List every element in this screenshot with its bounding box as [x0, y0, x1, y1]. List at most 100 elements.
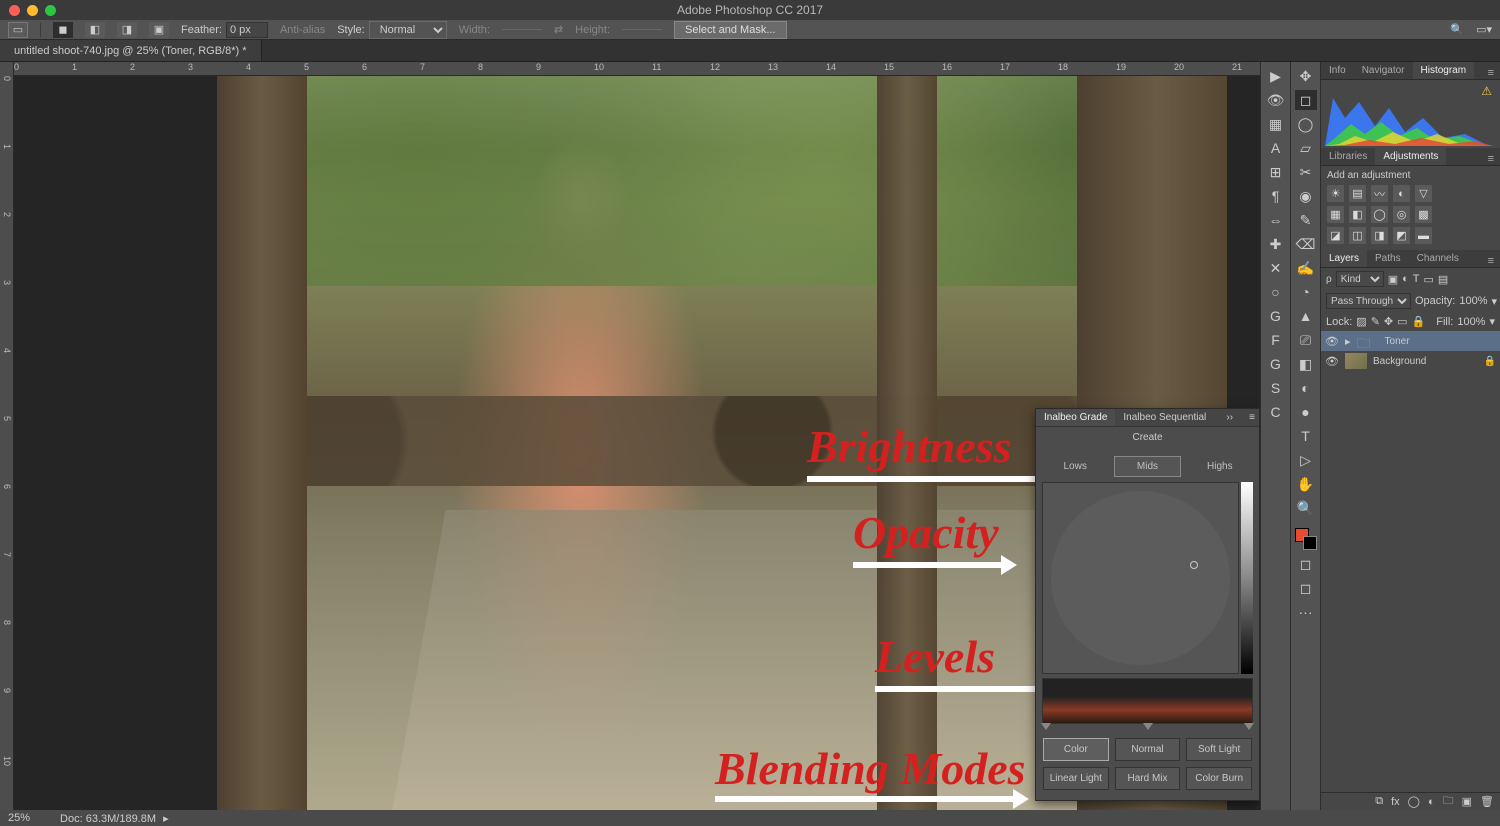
panel-shortcut-icon[interactable]: G [1265, 306, 1287, 326]
levels-mid-slider[interactable] [1143, 723, 1153, 730]
panel-shortcut-icon[interactable]: ¶ [1265, 186, 1287, 206]
fill-adj-icon[interactable]: ◐ [1428, 796, 1435, 808]
panel-shortcut-icon[interactable]: ▶ [1265, 66, 1287, 86]
panel-shortcut-icon[interactable]: F [1265, 330, 1287, 350]
tab-histogram[interactable]: Histogram [1413, 62, 1475, 79]
tool-icon[interactable]: T [1295, 426, 1317, 446]
levels-histogram[interactable] [1042, 678, 1253, 724]
panel-shortcut-icon[interactable]: A [1265, 138, 1287, 158]
panel-shortcut-icon[interactable]: S [1265, 378, 1287, 398]
blend-color-button[interactable]: Color [1043, 738, 1109, 761]
adj-photofilter-icon[interactable]: ◯ [1371, 206, 1388, 223]
mask-icon[interactable]: ◯ [1408, 795, 1420, 808]
tone-highs-button[interactable]: Highs [1187, 456, 1253, 477]
filter-adj-icon[interactable]: ◐ [1402, 273, 1409, 285]
filter-smart-icon[interactable]: ▤ [1438, 273, 1448, 286]
link-layers-icon[interactable]: ⧉ [1375, 795, 1383, 808]
adj-mixer-icon[interactable]: ◎ [1393, 206, 1410, 223]
tool-extra-icon[interactable]: ◻ [1295, 554, 1317, 574]
tab-navigator[interactable]: Navigator [1354, 62, 1413, 79]
tab-layers[interactable]: Layers [1321, 250, 1367, 267]
panel-shortcut-icon[interactable]: C [1265, 402, 1287, 422]
blend-linear-light-button[interactable]: Linear Light [1043, 767, 1109, 790]
filter-pixel-icon[interactable]: ▣ [1388, 273, 1398, 286]
new-selection-icon[interactable]: ◼ [53, 22, 73, 38]
panel-shortcut-icon[interactable]: ✕ [1265, 258, 1287, 278]
workspace-switcher-icon[interactable]: ▭▾ [1476, 23, 1492, 36]
blend-mode-select[interactable]: Pass Through [1326, 293, 1411, 309]
lock-artboard-icon[interactable]: ▭ [1397, 315, 1407, 328]
panel-shortcut-icon[interactable]: ✚ [1265, 234, 1287, 254]
close-window-button[interactable] [9, 5, 20, 16]
adj-curves-icon[interactable]: 〰 [1371, 185, 1388, 202]
adj-gradmap-icon[interactable]: ▬ [1415, 227, 1432, 244]
lock-transparency-icon[interactable]: ▨ [1356, 315, 1366, 328]
layer-kind-filter[interactable]: Kind [1336, 271, 1384, 287]
trash-icon[interactable]: 🗑 [1480, 795, 1494, 808]
filter-type-icon[interactable]: T [1413, 273, 1420, 285]
background-swatch[interactable] [1303, 536, 1317, 550]
tab-info[interactable]: Info [1321, 62, 1354, 79]
tool-icon[interactable]: ▱ [1295, 138, 1317, 158]
adj-hue-icon[interactable]: ▦ [1327, 206, 1344, 223]
layer-name[interactable]: Toner [1385, 336, 1410, 347]
subtract-selection-icon[interactable]: ◨ [117, 22, 137, 38]
plugin-tab-grade[interactable]: Inalbeo Grade [1036, 409, 1115, 426]
panel-collapse-icon[interactable]: ›› [1222, 412, 1237, 423]
panel-shortcut-icon[interactable]: G [1265, 354, 1287, 374]
plugin-tab-sequential[interactable]: Inalbeo Sequential [1115, 409, 1214, 426]
visibility-toggle-icon[interactable]: 👁 [1325, 355, 1339, 368]
panel-shortcut-icon[interactable]: 👁 [1265, 90, 1287, 110]
adj-exposure-icon[interactable]: ◐ [1393, 185, 1410, 202]
color-wheel[interactable] [1042, 482, 1239, 674]
panel-menu-icon[interactable]: ≡ [1245, 412, 1259, 423]
create-button[interactable]: Create [1040, 432, 1255, 448]
tone-mids-button[interactable]: Mids [1114, 456, 1180, 477]
layer-name[interactable]: Background [1373, 356, 1426, 367]
ruler-horizontal[interactable]: 0123456789101112131415161718192021 [14, 62, 1260, 76]
search-icon[interactable]: 🔍 [1450, 23, 1464, 36]
style-select[interactable]: Normal [369, 21, 447, 39]
panel-shortcut-icon[interactable]: ⇔ [1265, 210, 1287, 230]
ruler-vertical[interactable]: 012345678910 [0, 62, 14, 810]
zoom-value[interactable]: 25% [8, 812, 30, 824]
blend-color-burn-button[interactable]: Color Burn [1186, 767, 1252, 790]
tool-icon[interactable]: ✎ [1295, 210, 1317, 230]
tool-icon[interactable]: ▷ [1295, 450, 1317, 470]
adj-threshold-icon[interactable]: ◨ [1371, 227, 1388, 244]
tool-icon[interactable]: ◐ [1295, 378, 1317, 398]
panel-shortcut-icon[interactable]: ▦ [1265, 114, 1287, 134]
adj-bw-icon[interactable]: ◧ [1349, 206, 1366, 223]
tab-channels[interactable]: Channels [1409, 250, 1467, 267]
tool-extra-icon[interactable]: ◻ [1295, 578, 1317, 598]
blend-soft-light-button[interactable]: Soft Light [1186, 738, 1252, 761]
panel-shortcut-icon[interactable]: ⊞ [1265, 162, 1287, 182]
status-menu-icon[interactable]: ▸ [160, 813, 169, 825]
filter-shape-icon[interactable]: ▭ [1424, 273, 1434, 286]
select-and-mask-button[interactable]: Select and Mask... [674, 21, 787, 39]
layer-row-toner[interactable]: 👁 ▸ 🗀 Toner [1321, 331, 1500, 351]
panel-shortcut-icon[interactable]: ○ [1265, 282, 1287, 302]
layer-row-background[interactable]: 👁 Background 🔒 [1321, 351, 1500, 371]
tool-icon[interactable]: 🔍 [1295, 498, 1317, 518]
document-tab[interactable]: untitled shoot-740.jpg @ 25% (Toner, RGB… [0, 40, 262, 61]
tool-icon[interactable]: ◻ [1295, 90, 1317, 110]
tool-icon[interactable]: ◧ [1295, 354, 1317, 374]
blend-normal-button[interactable]: Normal [1115, 738, 1181, 761]
tool-icon[interactable]: ✋ [1295, 474, 1317, 494]
levels-black-slider[interactable] [1041, 723, 1051, 730]
tone-lows-button[interactable]: Lows [1042, 456, 1108, 477]
marquee-tool-icon[interactable]: ▭ [8, 22, 28, 38]
fx-icon[interactable]: fx [1391, 796, 1400, 808]
color-wheel-puck[interactable] [1190, 561, 1198, 569]
tool-extra-icon[interactable]: ··· [1295, 602, 1317, 622]
brightness-strip[interactable] [1241, 482, 1253, 674]
fullscreen-window-button[interactable] [45, 5, 56, 16]
adj-posterize-icon[interactable]: ◫ [1349, 227, 1366, 244]
new-layer-icon[interactable]: ▣ [1462, 795, 1472, 808]
tool-icon[interactable]: ◉ [1295, 186, 1317, 206]
group-icon[interactable]: 🗀 [1443, 792, 1454, 811]
lock-all-icon[interactable]: 🔒 [1412, 315, 1426, 328]
blend-hard-mix-button[interactable]: Hard Mix [1115, 767, 1181, 790]
add-selection-icon[interactable]: ◧ [85, 22, 105, 38]
